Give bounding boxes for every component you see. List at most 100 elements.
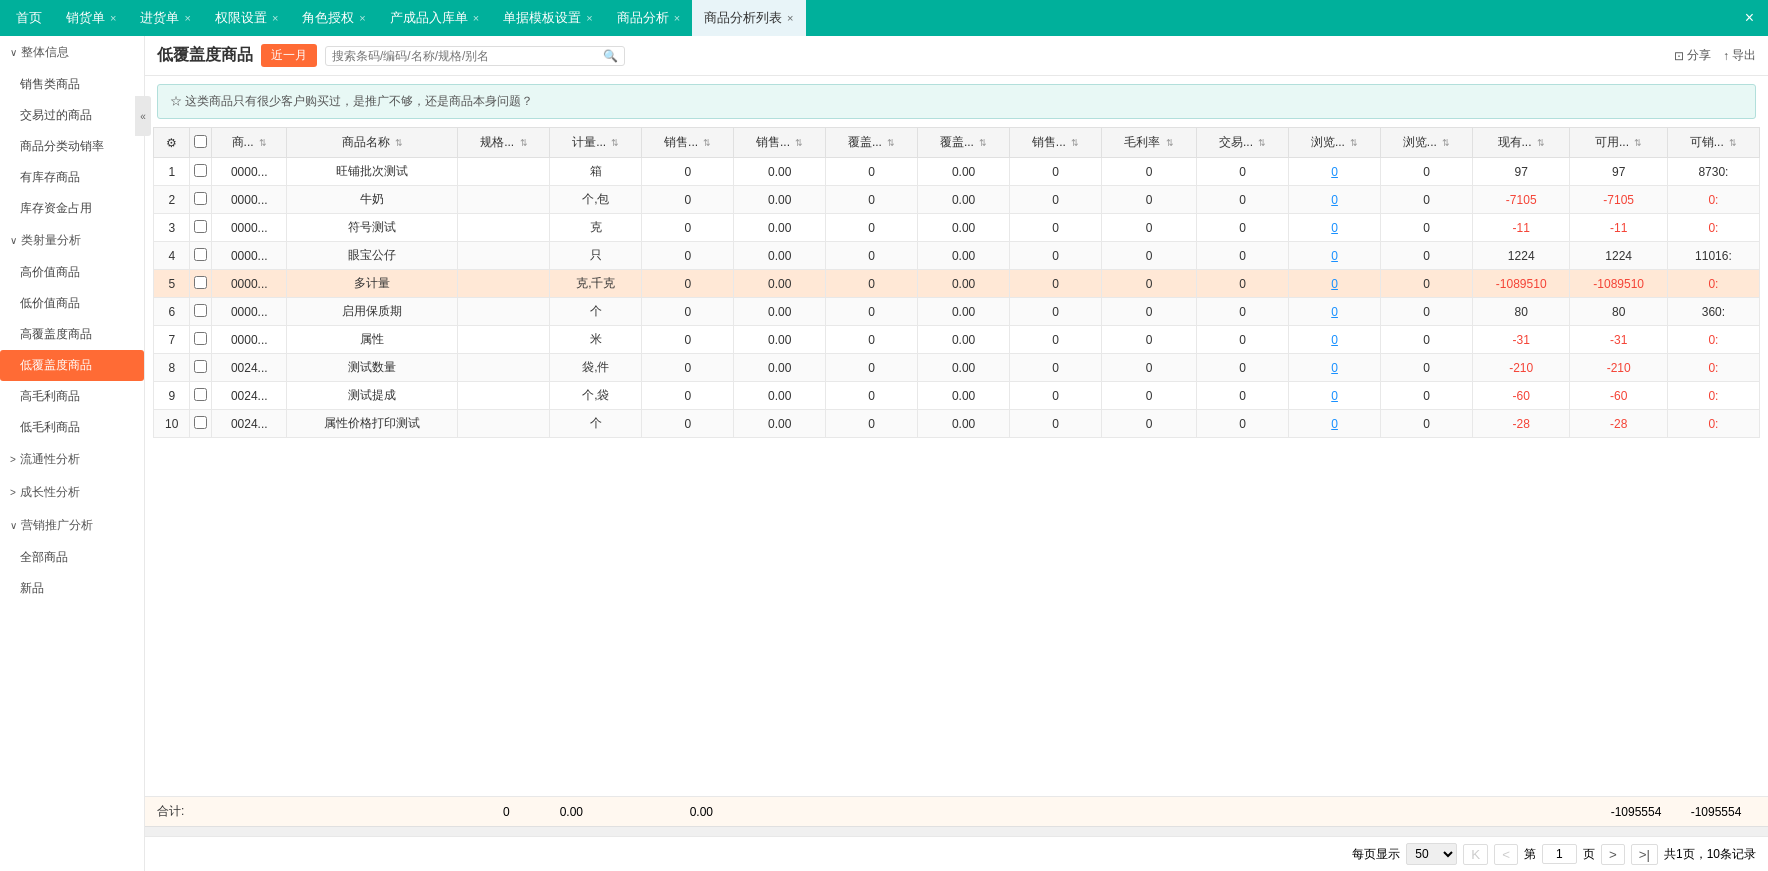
row-browse1[interactable]: 0	[1289, 242, 1381, 270]
th-sales-qty[interactable]: 销售... ⇅	[642, 128, 734, 158]
export-button[interactable]: ↑ 导出	[1723, 47, 1756, 64]
row-checkbox[interactable]	[194, 388, 207, 401]
sidebar-item-high-coverage[interactable]: 高覆盖度商品	[0, 319, 144, 350]
close-products-tab[interactable]: ×	[473, 12, 479, 24]
sidebar-item-inventory-capital[interactable]: 库存资金占用	[0, 193, 144, 224]
last-page-button[interactable]: >|	[1631, 844, 1658, 865]
nav-tab-sales[interactable]: 销货单 ×	[54, 0, 128, 36]
row-sales-amt: 0.00	[734, 354, 826, 382]
sidebar-section-overall[interactable]: ∨ 整体信息	[0, 36, 144, 69]
nav-tab-roles[interactable]: 角色授权 ×	[290, 0, 377, 36]
page-number-input[interactable]	[1542, 844, 1577, 864]
horizontal-scrollbar[interactable]	[145, 826, 1768, 836]
row-checkbox[interactable]	[194, 360, 207, 373]
row-name: 测试数量	[287, 354, 458, 382]
sidebar-item-low-coverage[interactable]: 低覆盖度商品	[0, 350, 144, 381]
th-current[interactable]: 现有... ⇅	[1472, 128, 1569, 158]
th-cover1[interactable]: 覆盖... ⇅	[826, 128, 918, 158]
th-code[interactable]: 商... ⇅	[212, 128, 287, 158]
sidebar-item-category-rate[interactable]: 商品分类动销率	[0, 131, 144, 162]
sidebar-section-coverage[interactable]: ∨ 类射量分析	[0, 224, 144, 257]
arrow-marketing-icon: ∨	[10, 520, 17, 531]
th-settings[interactable]: ⚙	[154, 128, 190, 158]
close-purchase-tab[interactable]: ×	[184, 12, 190, 24]
row-checkbox[interactable]	[194, 192, 207, 205]
th-name[interactable]: 商品名称 ⇅	[287, 128, 458, 158]
row-browse1[interactable]: 0	[1289, 354, 1381, 382]
nav-tab-templates[interactable]: 单据模板设置 ×	[491, 0, 604, 36]
sidebar-item-stocked-goods[interactable]: 有库存商品	[0, 162, 144, 193]
row-trade: 0	[1197, 158, 1289, 186]
row-browse1[interactable]: 0	[1289, 298, 1381, 326]
sidebar-section-liquidity[interactable]: > 流通性分析	[0, 443, 144, 476]
sidebar-item-new-goods[interactable]: 新品	[0, 573, 144, 604]
row-browse1[interactable]: 0	[1289, 326, 1381, 354]
search-input[interactable]	[332, 49, 603, 63]
close-analysis-list-tab[interactable]: ×	[787, 12, 793, 24]
close-analysis-tab[interactable]: ×	[674, 12, 680, 24]
row-spec	[458, 158, 550, 186]
th-cover2[interactable]: 覆盖... ⇅	[918, 128, 1010, 158]
nav-tab-analysis-list[interactable]: 商品分析列表 ×	[692, 0, 805, 36]
sidebar-item-low-value[interactable]: 低价值商品	[0, 288, 144, 319]
row-checkbox[interactable]	[194, 304, 207, 317]
search-icon[interactable]: 🔍	[603, 49, 618, 63]
sidebar-item-traded-goods[interactable]: 交易过的商品	[0, 100, 144, 131]
nav-tab-products[interactable]: 产成品入库单 ×	[378, 0, 491, 36]
sidebar-item-all-goods[interactable]: 全部商品	[0, 542, 144, 573]
sidebar-item-high-value[interactable]: 高价值商品	[0, 257, 144, 288]
arrow-coverage-icon: ∨	[10, 235, 17, 246]
row-browse1[interactable]: 0	[1289, 270, 1381, 298]
row-checkbox[interactable]	[194, 248, 207, 261]
nav-tab-home[interactable]: 首页	[4, 0, 54, 36]
th-sales2[interactable]: 销售... ⇅	[1010, 128, 1102, 158]
th-browse2[interactable]: 浏览... ⇅	[1381, 128, 1473, 158]
close-roles-tab[interactable]: ×	[359, 12, 365, 24]
th-gross-rate[interactable]: 毛利率 ⇅	[1101, 128, 1196, 158]
select-all-checkbox[interactable]	[194, 135, 207, 148]
row-browse1[interactable]: 0	[1289, 158, 1381, 186]
nav-tab-permissions[interactable]: 权限设置 ×	[203, 0, 290, 36]
th-sellable[interactable]: 可销... ⇅	[1667, 128, 1759, 158]
th-spec[interactable]: 规格... ⇅	[458, 128, 550, 158]
row-checkbox[interactable]	[194, 220, 207, 233]
window-close-button[interactable]: ×	[1735, 9, 1764, 27]
row-checkbox[interactable]	[194, 332, 207, 345]
row-browse1[interactable]: 0	[1289, 186, 1381, 214]
time-filter-button[interactable]: 近一月	[261, 44, 317, 67]
th-unit[interactable]: 计量... ⇅	[550, 128, 642, 158]
th-browse1[interactable]: 浏览... ⇅	[1289, 128, 1381, 158]
sidebar-section-marketing[interactable]: ∨ 营销推广分析	[0, 509, 144, 542]
th-available[interactable]: 可用... ⇅	[1570, 128, 1667, 158]
sidebar-item-sales-goods[interactable]: 销售类商品	[0, 69, 144, 100]
close-permissions-tab[interactable]: ×	[272, 12, 278, 24]
close-sales-tab[interactable]: ×	[110, 12, 116, 24]
row-gross-rate: 0	[1101, 186, 1196, 214]
nav-tab-purchase[interactable]: 进货单 ×	[128, 0, 202, 36]
row-browse1[interactable]: 0	[1289, 410, 1381, 438]
row-browse1[interactable]: 0	[1289, 382, 1381, 410]
nav-tab-analysis[interactable]: 商品分析 ×	[605, 0, 692, 36]
th-sales-amt[interactable]: 销售... ⇅	[734, 128, 826, 158]
sidebar-item-low-margin[interactable]: 低毛利商品	[0, 412, 144, 443]
row-gross-rate: 0	[1101, 410, 1196, 438]
prev-page-button[interactable]: <	[1494, 844, 1518, 865]
row-checkbox[interactable]	[194, 276, 207, 289]
sidebar-section-growth[interactable]: > 成长性分析	[0, 476, 144, 509]
share-button[interactable]: ⊡ 分享	[1674, 47, 1711, 64]
row-browse2: 0	[1381, 214, 1473, 242]
page-size-select[interactable]: 50 20 100	[1406, 843, 1457, 865]
th-trade[interactable]: 交易... ⇅	[1197, 128, 1289, 158]
row-browse1[interactable]: 0	[1289, 214, 1381, 242]
first-page-button[interactable]: K	[1463, 844, 1488, 865]
row-unit: 个	[550, 410, 642, 438]
next-page-button[interactable]: >	[1601, 844, 1625, 865]
sidebar-collapse-button[interactable]: «	[135, 96, 151, 136]
close-templates-tab[interactable]: ×	[586, 12, 592, 24]
row-checkbox[interactable]	[194, 416, 207, 429]
sidebar-item-high-margin[interactable]: 高毛利商品	[0, 381, 144, 412]
row-checkbox[interactable]	[194, 164, 207, 177]
row-browse2: 0	[1381, 242, 1473, 270]
row-trade: 0	[1197, 298, 1289, 326]
row-gross-rate: 0	[1101, 382, 1196, 410]
